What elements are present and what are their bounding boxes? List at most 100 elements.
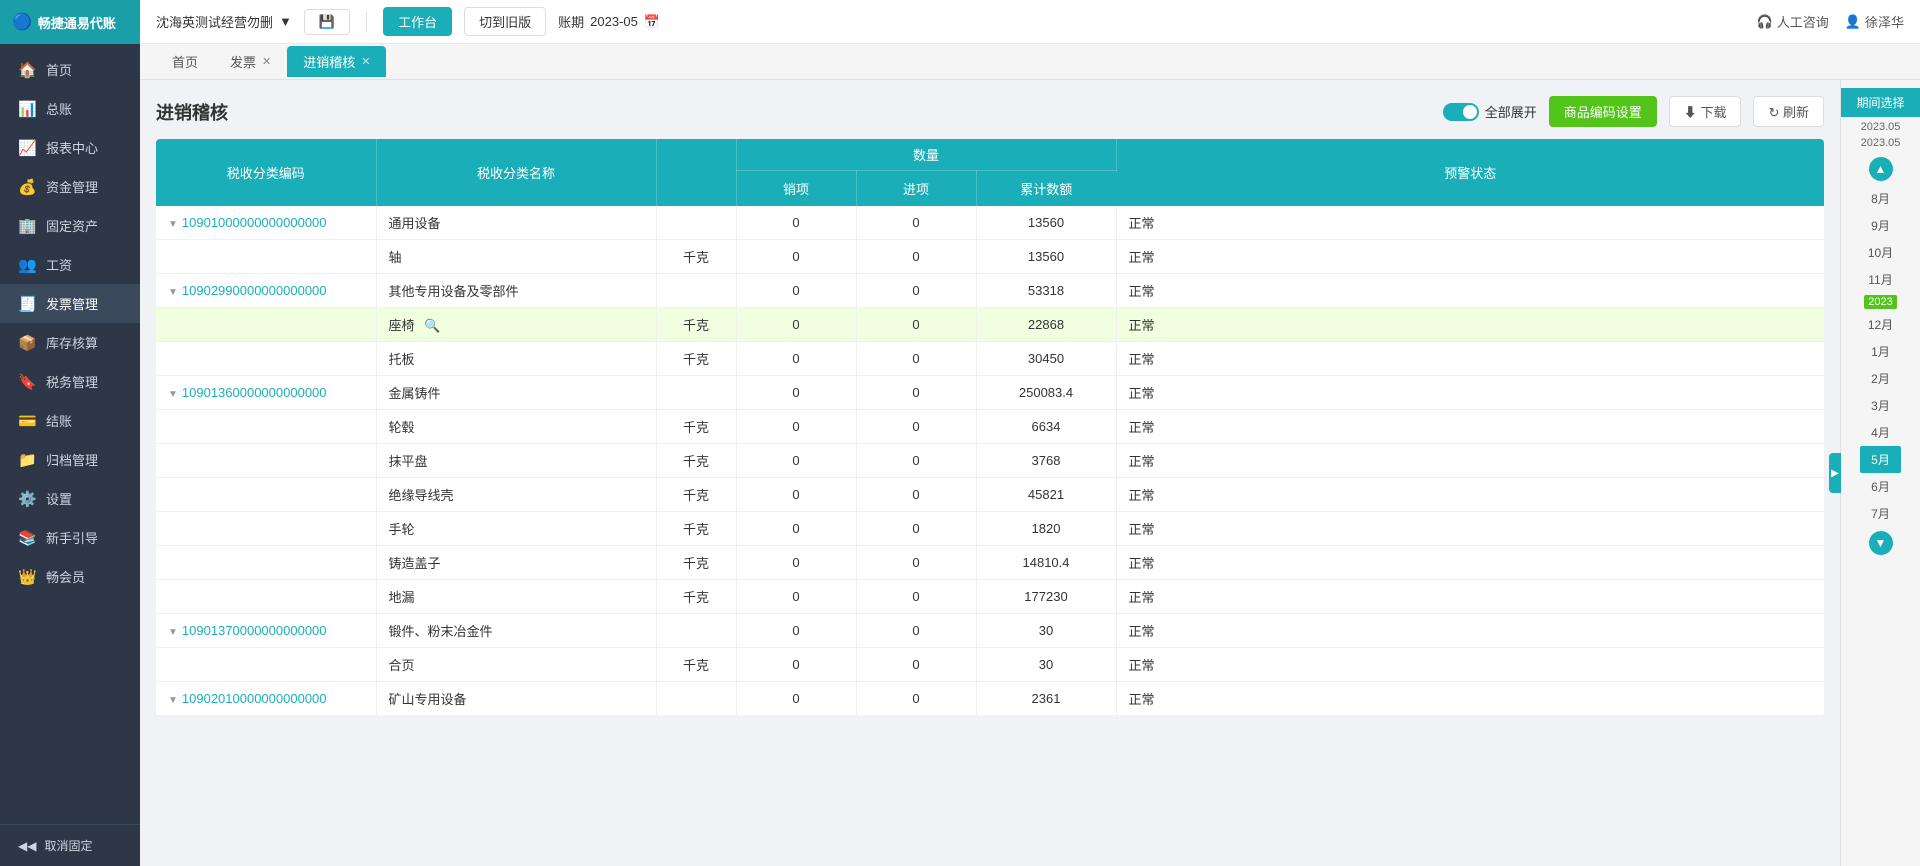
month-item[interactable]: 2月 [1856,365,1904,392]
ledger-icon: 📊 [18,100,36,118]
td-code: ▼10902010000000000000 [156,682,376,716]
save-draft-button[interactable]: 💾 [304,9,350,35]
page-actions: 全部展开 商品编码设置 ⬇ 下载 ↻ 刷新 [1443,96,1824,127]
sidebar-item-payroll[interactable]: 👥 工资 [0,245,140,284]
download-button[interactable]: ⬇ 下载 [1669,96,1742,127]
table-row[interactable]: 铸造盖子千克0014810.4正常 [156,546,1824,580]
expand-icon[interactable]: ▼ [168,219,178,230]
month-item[interactable]: 1月 [1856,338,1904,365]
sidebar-item-member[interactable]: 👑 畅会员 [0,557,140,596]
sidebar-item-archive[interactable]: 📁 归档管理 [0,440,140,479]
table-row[interactable]: ▼10902010000000000000矿山专用设备002361正常 [156,682,1824,716]
help-label: 人工咨询 [1777,12,1829,31]
table-row[interactable]: 轴千克0013560正常 [156,240,1824,274]
period-value: 2023-05 [590,14,638,29]
tab-invoice-close[interactable]: ✕ [262,55,271,68]
month-item[interactable]: 12月 [1856,311,1904,338]
td-name: 矿山专用设备 [376,682,656,716]
panel-down-button[interactable]: ▼ [1869,531,1893,555]
table-row[interactable]: ▼10901370000000000000锻件、粉末冶金件0030正常 [156,614,1824,648]
table-row[interactable]: 抹平盘千克003768正常 [156,444,1824,478]
td-purchase: 0 [856,478,976,512]
td-status: 正常 [1116,614,1824,648]
tab-reconcile-close[interactable]: ✕ [361,55,370,68]
tab-reconcile[interactable]: 进销稽核 ✕ [287,46,386,77]
expand-icon[interactable]: ▼ [168,627,178,638]
month-item[interactable]: 10月 [1856,239,1904,266]
td-total: 30 [976,614,1116,648]
sidebar-item-settings[interactable]: ⚙️ 设置 [0,479,140,518]
table-row[interactable]: 手轮千克001820正常 [156,512,1824,546]
sidebar-item-tax[interactable]: 🔖 税务管理 [0,362,140,401]
expand-icon[interactable]: ▼ [168,389,178,400]
table-row[interactable]: 座椅 🔍千克0022868正常 [156,308,1824,342]
main-area: 沈海英测试经营勿删 ▼ 💾 工作台 切到旧版 账期 2023-05 📅 🎧 人工… [140,0,1920,866]
td-purchase: 0 [856,240,976,274]
td-name: 轴 [376,240,656,274]
company-selector[interactable]: 沈海英测试经营勿删 ▼ [156,12,292,31]
td-name: 金属铸件 [376,376,656,410]
sidebar-item-reports[interactable]: 📈 报表中心 [0,128,140,167]
help-button[interactable]: 🎧 人工咨询 [1757,12,1829,31]
td-code: ▼10902990000000000000 [156,274,376,308]
sidebar-item-ledger[interactable]: 📊 总账 [0,89,140,128]
panel-collapse-button[interactable]: ▶ [1829,453,1841,493]
td-purchase: 0 [856,580,976,614]
table-row[interactable]: 轮毂千克006634正常 [156,410,1824,444]
sidebar-item-assets[interactable]: 🏢 固定资产 [0,206,140,245]
sidebar-item-checkout[interactable]: 💳 结账 [0,401,140,440]
expand-toggle[interactable] [1443,103,1479,121]
code-value: 10901360000000000000 [182,385,327,400]
month-item[interactable]: 8月 [1856,185,1904,212]
month-item[interactable]: 5月 [1860,446,1900,473]
month-item[interactable]: 4月 [1856,419,1904,446]
sidebar-item-guide[interactable]: 📚 新手引导 [0,518,140,557]
product-code-settings-button[interactable]: 商品编码设置 [1549,96,1657,127]
sidebar-item-label: 新手引导 [46,528,98,547]
td-sale: 0 [736,512,856,546]
td-sale: 0 [736,614,856,648]
sidebar-item-finance[interactable]: 💰 资金管理 [0,167,140,206]
table-row[interactable]: ▼10901360000000000000金属铸件00250083.4正常 [156,376,1824,410]
tabs-bar: 首页 发票 ✕ 进销稽核 ✕ [140,44,1920,80]
table-row[interactable]: 绝缘导线壳千克0045821正常 [156,478,1824,512]
calendar-icon[interactable]: 📅 [644,14,660,30]
expand-icon[interactable]: ▼ [168,695,178,706]
assets-icon: 🏢 [18,217,36,235]
month-item[interactable]: 7月 [1856,500,1904,527]
sidebar-item-invoice[interactable]: 🧾 发票管理 [0,284,140,323]
archive-icon: 📁 [18,451,36,469]
expand-icon[interactable]: ▼ [168,287,178,298]
td-status: 正常 [1116,376,1824,410]
td-code [156,342,376,376]
sidebar-item-home[interactable]: 🏠 首页 [0,50,140,89]
switch-version-button[interactable]: 切到旧版 [464,7,546,36]
unpin-button[interactable]: ◀◀ 取消固定 [0,824,140,866]
month-item[interactable]: 9月 [1856,212,1904,239]
table-row[interactable]: ▼10901000000000000000通用设备0013560正常 [156,206,1824,240]
code-value: 10901000000000000000 [182,215,327,230]
panel-up-button[interactable]: ▲ [1869,157,1893,181]
refresh-button[interactable]: ↻ 刷新 [1753,96,1824,127]
tab-invoice[interactable]: 发票 ✕ [214,46,287,77]
sidebar-item-inventory[interactable]: 📦 库存核算 [0,323,140,362]
data-table: 税收分类编码 税收分类名称 数量 预警状态 销项 进项 累计数额 [156,139,1824,716]
td-total: 250083.4 [976,376,1116,410]
table-row[interactable]: 地漏千克00177230正常 [156,580,1824,614]
table-row[interactable]: ▼10902990000000000000其他专用设备及零部件0053318正常 [156,274,1824,308]
td-purchase: 0 [856,614,976,648]
td-unit: 千克 [656,240,736,274]
table-row[interactable]: 托板千克0030450正常 [156,342,1824,376]
tab-home[interactable]: 首页 [156,46,214,77]
td-name: 合页 [376,648,656,682]
month-item[interactable]: 6月 [1856,473,1904,500]
month-item[interactable]: 11月 [1856,266,1904,293]
td-unit: 千克 [656,308,736,342]
workspace-button[interactable]: 工作台 [383,7,452,36]
user-menu[interactable]: 👤 徐泽华 [1845,12,1904,31]
td-sale: 0 [736,376,856,410]
th-code: 税收分类编码 [156,139,376,206]
month-item[interactable]: 3月 [1856,392,1904,419]
table-row[interactable]: 合页千克0030正常 [156,648,1824,682]
search-icon[interactable]: 🔍 [424,318,440,333]
